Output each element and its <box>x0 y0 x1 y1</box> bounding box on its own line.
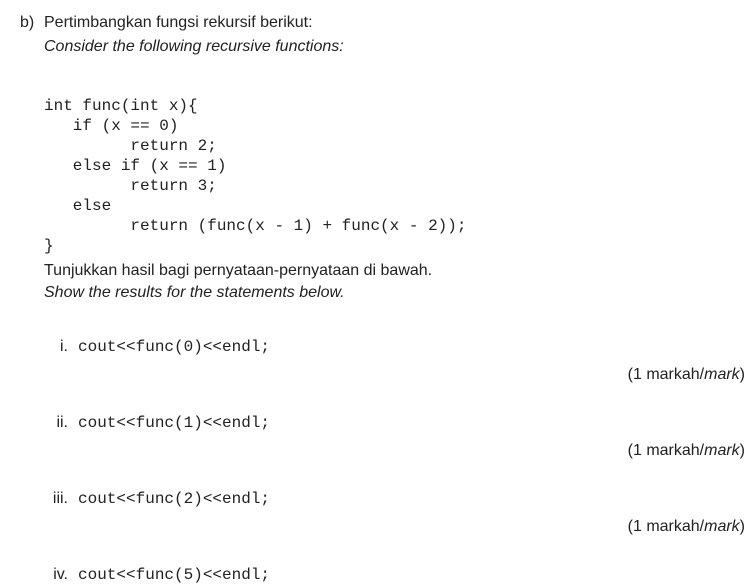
subq-statement: cout<<func(5)<<endl; <box>78 566 270 584</box>
subq-statement: cout<<func(0)<<endl; <box>78 338 270 356</box>
question-body: Pertimbangkan fungsi rekursif berikut: C… <box>44 14 745 584</box>
marks-line: (1 markah/mark) <box>44 518 745 536</box>
marks-prefix: (1 markah/ <box>628 518 704 535</box>
marks-italic: mark <box>704 366 740 383</box>
marks-suffix: ) <box>740 518 745 535</box>
subq-statement: cout<<func(2)<<endl; <box>78 490 270 508</box>
followup-english: Show the results for the statements belo… <box>44 284 745 302</box>
marks-line: (1 markah/mark) <box>44 442 745 460</box>
marks-suffix: ) <box>740 442 745 459</box>
marks-italic: mark <box>704 518 740 535</box>
subq-label: iii. <box>44 490 78 508</box>
subq-statement: cout<<func(1)<<endl; <box>78 414 270 432</box>
prompt-malay: Pertimbangkan fungsi rekursif berikut: <box>44 14 745 32</box>
marks-italic: mark <box>704 442 740 459</box>
subq-label: iv. <box>44 566 78 584</box>
marks-prefix: (1 markah/ <box>628 366 704 383</box>
marks-suffix: ) <box>740 366 745 383</box>
question-label: b) <box>20 14 44 32</box>
prompt-english: Consider the following recursive functio… <box>44 38 745 56</box>
subquestion-iii: iii. cout<<func(2)<<endl; (1 markah/mark… <box>44 490 745 536</box>
marks-line: (1 markah/mark) <box>44 366 745 384</box>
subquestion-iv: iv. cout<<func(5)<<endl; <box>44 566 745 584</box>
code-block: int func(int x){ if (x == 0) return 2; e… <box>44 96 745 256</box>
subquestion-ii: ii. cout<<func(1)<<endl; (1 markah/mark) <box>44 414 745 460</box>
subq-label: i. <box>44 338 78 356</box>
marks-prefix: (1 markah/ <box>628 442 704 459</box>
followup-malay: Tunjukkan hasil bagi pernyataan-pernyata… <box>44 262 745 280</box>
subq-label: ii. <box>44 414 78 432</box>
subquestion-i: i. cout<<func(0)<<endl; (1 markah/mark) <box>44 338 745 384</box>
